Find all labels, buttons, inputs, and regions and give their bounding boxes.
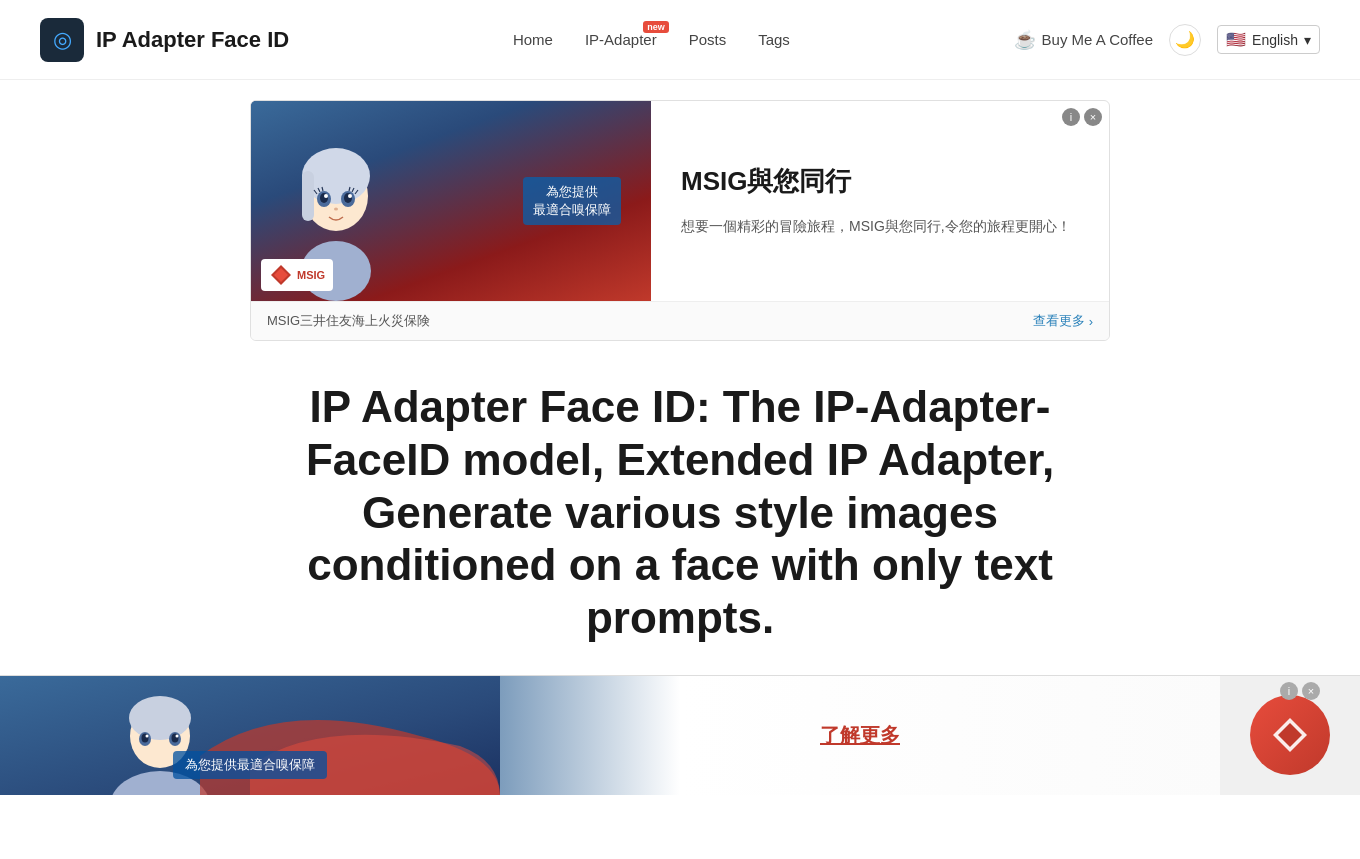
bottom-ad-content: i × 了解更多 — [500, 676, 1220, 795]
svg-point-10 — [334, 208, 338, 211]
site-title: IP Adapter Face ID — [96, 27, 289, 53]
ad-banner-top: 為您提供最適合嗅保障 MSIG i — [250, 100, 1110, 341]
moon-icon: 🌙 — [1175, 30, 1195, 49]
svg-point-8 — [324, 194, 328, 198]
nav-ip-adapter-wrapper: IP-Adapter new — [585, 31, 657, 48]
navbar: ◎ IP Adapter Face ID Home IP-Adapter new… — [0, 0, 1360, 80]
bottom-ad-image: 為您提供最適合嗅保障 — [0, 676, 500, 795]
dark-mode-toggle[interactable]: 🌙 — [1169, 24, 1201, 56]
svg-point-16 — [129, 696, 191, 740]
ad-banner-bottom: 為您提供最適合嗅保障 i × 了解更多 — [0, 675, 1360, 795]
flag-icon: 🇺🇸 — [1226, 30, 1246, 49]
ad-image-section: 為您提供最適合嗅保障 MSIG — [251, 101, 651, 301]
nav-links: Home IP-Adapter new Posts Tags — [513, 31, 790, 48]
nav-tags[interactable]: Tags — [758, 31, 790, 48]
svg-point-21 — [146, 734, 149, 737]
svg-point-22 — [176, 734, 179, 737]
nav-posts[interactable]: Posts — [689, 31, 727, 48]
bottom-ad-controls: i × — [1280, 682, 1320, 700]
nav-right-actions: ☕ Buy Me A Coffee 🌙 🇺🇸 English ▾ — [1014, 24, 1320, 56]
buy-coffee-label: Buy Me A Coffee — [1042, 31, 1153, 48]
nav-ip-adapter[interactable]: IP-Adapter — [585, 31, 657, 48]
ad-overlay-text: 為您提供最適合嗅保障 — [523, 177, 621, 225]
chevron-right-icon: › — [1089, 314, 1093, 329]
chevron-down-icon: ▾ — [1304, 32, 1311, 48]
coffee-icon: ☕ — [1014, 29, 1036, 51]
bottom-ad-overlay-text: 為您提供最適合嗅保障 — [173, 751, 327, 779]
ad-see-more[interactable]: 查看更多 › — [1033, 312, 1093, 330]
ad-footer: MSIG三井住友海上火災保険 查看更多 › — [251, 301, 1109, 340]
language-label: English — [1252, 32, 1298, 48]
bottom-ad-close-button[interactable]: × — [1302, 682, 1320, 700]
svg-rect-3 — [302, 171, 314, 221]
main-content: 為您提供最適合嗅保障 MSIG i — [230, 80, 1130, 645]
bottom-ad-cta[interactable]: 了解更多 — [820, 722, 900, 749]
ad-title: MSIG與您同行 — [681, 164, 1079, 199]
ad-content-section: i × MSIG與您同行 想要一個精彩的冒險旅程，MSIG與您同行,令您的旅程更… — [651, 101, 1109, 301]
logo-icon: ◎ — [40, 18, 84, 62]
ad-top-controls: i × — [1062, 108, 1102, 126]
ad-info-button[interactable]: i — [1062, 108, 1080, 126]
ad-banner-container: 為您提供最適合嗅保障 MSIG i — [250, 100, 1110, 341]
ad-description: 想要一個精彩的冒險旅程，MSIG與您同行,令您的旅程更開心！ — [681, 215, 1079, 237]
language-selector[interactable]: 🇺🇸 English ▾ — [1217, 25, 1320, 54]
svg-point-9 — [348, 194, 352, 198]
ad-brand-text: MSIG — [297, 269, 325, 281]
bottom-ad-info-button[interactable]: i — [1280, 682, 1298, 700]
article-title: IP Adapter Face ID: The IP-Adapter-FaceI… — [250, 381, 1110, 645]
ad-footer-brand: MSIG三井住友海上火災保険 — [267, 312, 430, 330]
buy-coffee-link[interactable]: ☕ Buy Me A Coffee — [1014, 29, 1153, 51]
nav-home[interactable]: Home — [513, 31, 553, 48]
msig-diamond-icon — [269, 263, 293, 287]
msig-circle-logo — [1250, 695, 1330, 775]
ad-brand-logo: MSIG — [261, 259, 333, 291]
site-logo-link[interactable]: ◎ IP Adapter Face ID — [40, 18, 289, 62]
ad-banner-inner: 為您提供最適合嗅保障 MSIG i — [251, 101, 1109, 301]
msig-diamond-bottom-icon — [1270, 715, 1310, 755]
new-badge: new — [643, 21, 669, 33]
ad-close-button[interactable]: × — [1084, 108, 1102, 126]
